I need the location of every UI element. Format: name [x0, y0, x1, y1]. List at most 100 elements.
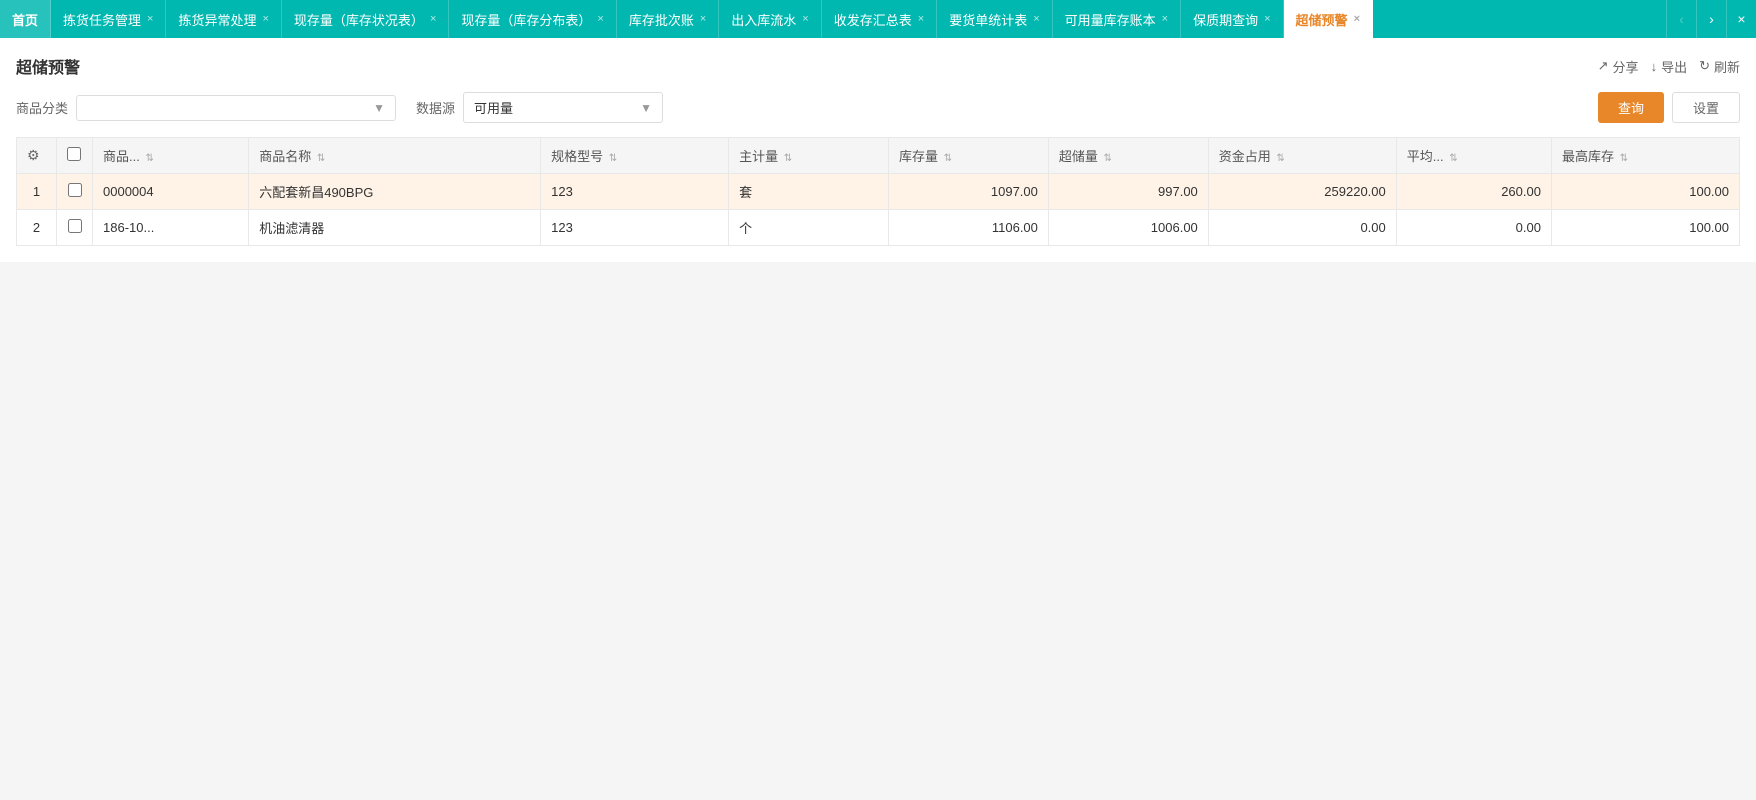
cell-name-1: 六配套新昌490BPG: [249, 174, 541, 210]
nav-tab-2[interactable]: 拣货异常处理 ×: [166, 0, 281, 38]
table-body: 1 0000004 六配套新昌490BPG 123 套 1097.00 997.…: [17, 174, 1740, 246]
close-tab-6[interactable]: ×: [802, 14, 808, 25]
datasource-label: 数据源: [416, 98, 455, 117]
col-header-name: 商品名称 ⇅: [249, 138, 541, 174]
nav-arrow-right[interactable]: ›: [1696, 0, 1726, 38]
nav-tab-5[interactable]: 库存批次账 ×: [617, 0, 719, 38]
sort-icon: ⇅: [1620, 153, 1628, 164]
close-tab-4[interactable]: ×: [597, 14, 603, 25]
close-tab-7[interactable]: ×: [918, 14, 924, 25]
cell-spec-2: 123: [541, 210, 729, 246]
top-navigation: 首页 拣货任务管理 × 拣货异常处理 × 现存量（库存状况表） × 现存量（库存…: [0, 0, 1756, 38]
share-button[interactable]: ↗ 分享: [1598, 57, 1639, 76]
row-checkbox-2[interactable]: [68, 219, 82, 233]
cell-max-1: 100.00: [1551, 174, 1739, 210]
chevron-down-icon: ▼: [373, 101, 385, 115]
cell-avg-2: 0.00: [1396, 210, 1551, 246]
gear-icon[interactable]: ⚙: [27, 147, 40, 163]
cell-capital-1: 259220.00: [1208, 174, 1396, 210]
close-tab-2[interactable]: ×: [262, 14, 268, 25]
cell-capital-2: 0.00: [1208, 210, 1396, 246]
table-row: 2 186-10... 机油滤清器 123 个 1106.00 1006.00 …: [17, 210, 1740, 246]
nav-tab-11[interactable]: 超储预警 ×: [1284, 0, 1373, 38]
close-tab-1[interactable]: ×: [147, 14, 153, 25]
nav-arrows: ‹ › ×: [1666, 0, 1756, 38]
nav-arrow-more[interactable]: ×: [1726, 0, 1756, 38]
cell-code-2: 186-10...: [93, 210, 249, 246]
close-tab-3[interactable]: ×: [430, 14, 436, 25]
filter-area: 商品分类 ▼ 数据源 可用量 ▼ 查询 设置: [16, 92, 1740, 123]
page-content: 超储预警 ↗ 分享 ↓ 导出 ↻ 刷新 商品分类 ▼ 数据源: [0, 38, 1756, 262]
datasource-select[interactable]: 可用量 ▼: [463, 92, 663, 123]
data-table: ⚙ 商品... ⇅ 商品名称 ⇅ 规格型号 ⇅ 主计量: [16, 137, 1740, 246]
close-tab-8[interactable]: ×: [1033, 14, 1039, 25]
refresh-button[interactable]: ↻ 刷新: [1699, 57, 1740, 76]
sort-icon: ⇅: [944, 153, 952, 164]
header-actions: ↗ 分享 ↓ 导出 ↻ 刷新: [1598, 57, 1740, 76]
col-header-settings: ⚙: [17, 138, 57, 174]
nav-tab-7[interactable]: 收发存汇总表 ×: [822, 0, 937, 38]
col-header-stock: 库存量 ⇅: [889, 138, 1049, 174]
close-tab-9[interactable]: ×: [1162, 14, 1168, 25]
sort-icon: ⇅: [1276, 153, 1284, 164]
row-checkbox-1[interactable]: [68, 183, 82, 197]
filter-actions: 查询 设置: [1598, 92, 1740, 123]
col-header-capital: 资金占用 ⇅: [1208, 138, 1396, 174]
chevron-down-icon: ▼: [640, 101, 652, 115]
nav-tab-6[interactable]: 出入库流水 ×: [719, 0, 821, 38]
cell-stock-2: 1106.00: [889, 210, 1049, 246]
query-button[interactable]: 查询: [1598, 92, 1664, 123]
col-header-over: 超储量 ⇅: [1048, 138, 1208, 174]
nav-tab-3[interactable]: 现存量（库存状况表） ×: [282, 0, 449, 38]
cell-unit-2: 个: [729, 210, 889, 246]
nav-tab-4[interactable]: 现存量（库存分布表） ×: [449, 0, 616, 38]
sort-icon: ⇅: [1449, 153, 1457, 164]
table-header: ⚙ 商品... ⇅ 商品名称 ⇅ 规格型号 ⇅ 主计量: [17, 138, 1740, 174]
sort-icon: ⇅: [609, 153, 617, 164]
table-row: 1 0000004 六配套新昌490BPG 123 套 1097.00 997.…: [17, 174, 1740, 210]
nav-tab-8[interactable]: 要货单统计表 ×: [937, 0, 1052, 38]
col-header-spec: 规格型号 ⇅: [541, 138, 729, 174]
sort-icon: ⇅: [784, 153, 792, 164]
cell-index-2: 2: [17, 210, 57, 246]
datasource-value: 可用量: [474, 98, 513, 117]
cell-max-2: 100.00: [1551, 210, 1739, 246]
col-header-avg: 平均... ⇅: [1396, 138, 1551, 174]
nav-tab-9[interactable]: 可用量库存账本 ×: [1053, 0, 1181, 38]
close-tab-5[interactable]: ×: [700, 14, 706, 25]
nav-tab-1[interactable]: 拣货任务管理 ×: [51, 0, 166, 38]
cell-checkbox-2: [57, 210, 93, 246]
select-all-checkbox[interactable]: [67, 147, 81, 161]
cell-index-1: 1: [17, 174, 57, 210]
cell-over-1: 997.00: [1048, 174, 1208, 210]
col-header-unit: 主计量 ⇅: [729, 138, 889, 174]
page-header: 超储预警 ↗ 分享 ↓ 导出 ↻ 刷新: [16, 54, 1740, 78]
export-icon: ↓: [1651, 59, 1658, 74]
cell-code-1: 0000004: [93, 174, 249, 210]
page-title: 超储预警: [16, 54, 80, 78]
nav-home[interactable]: 首页: [0, 0, 51, 38]
export-button[interactable]: ↓ 导出: [1651, 57, 1688, 76]
close-tab-11[interactable]: ×: [1354, 14, 1360, 25]
datasource-filter: 数据源 可用量 ▼: [416, 92, 663, 123]
nav-arrow-left[interactable]: ‹: [1666, 0, 1696, 38]
close-tab-10[interactable]: ×: [1264, 14, 1270, 25]
sort-icon: ⇅: [145, 153, 153, 164]
share-icon: ↗: [1598, 58, 1609, 74]
cell-checkbox-1: [57, 174, 93, 210]
cell-stock-1: 1097.00: [889, 174, 1049, 210]
col-header-checkbox: [57, 138, 93, 174]
category-select[interactable]: ▼: [76, 95, 396, 121]
cell-name-2: 机油滤清器: [249, 210, 541, 246]
cell-avg-1: 260.00: [1396, 174, 1551, 210]
nav-tab-10[interactable]: 保质期查询 ×: [1181, 0, 1283, 38]
category-filter: 商品分类 ▼: [16, 95, 396, 121]
col-header-code: 商品... ⇅: [93, 138, 249, 174]
cell-unit-1: 套: [729, 174, 889, 210]
refresh-icon: ↻: [1699, 58, 1710, 74]
settings-button[interactable]: 设置: [1672, 92, 1740, 123]
sort-icon: ⇅: [1104, 153, 1112, 164]
cell-spec-1: 123: [541, 174, 729, 210]
sort-icon: ⇅: [317, 153, 325, 164]
col-header-max: 最高库存 ⇅: [1551, 138, 1739, 174]
